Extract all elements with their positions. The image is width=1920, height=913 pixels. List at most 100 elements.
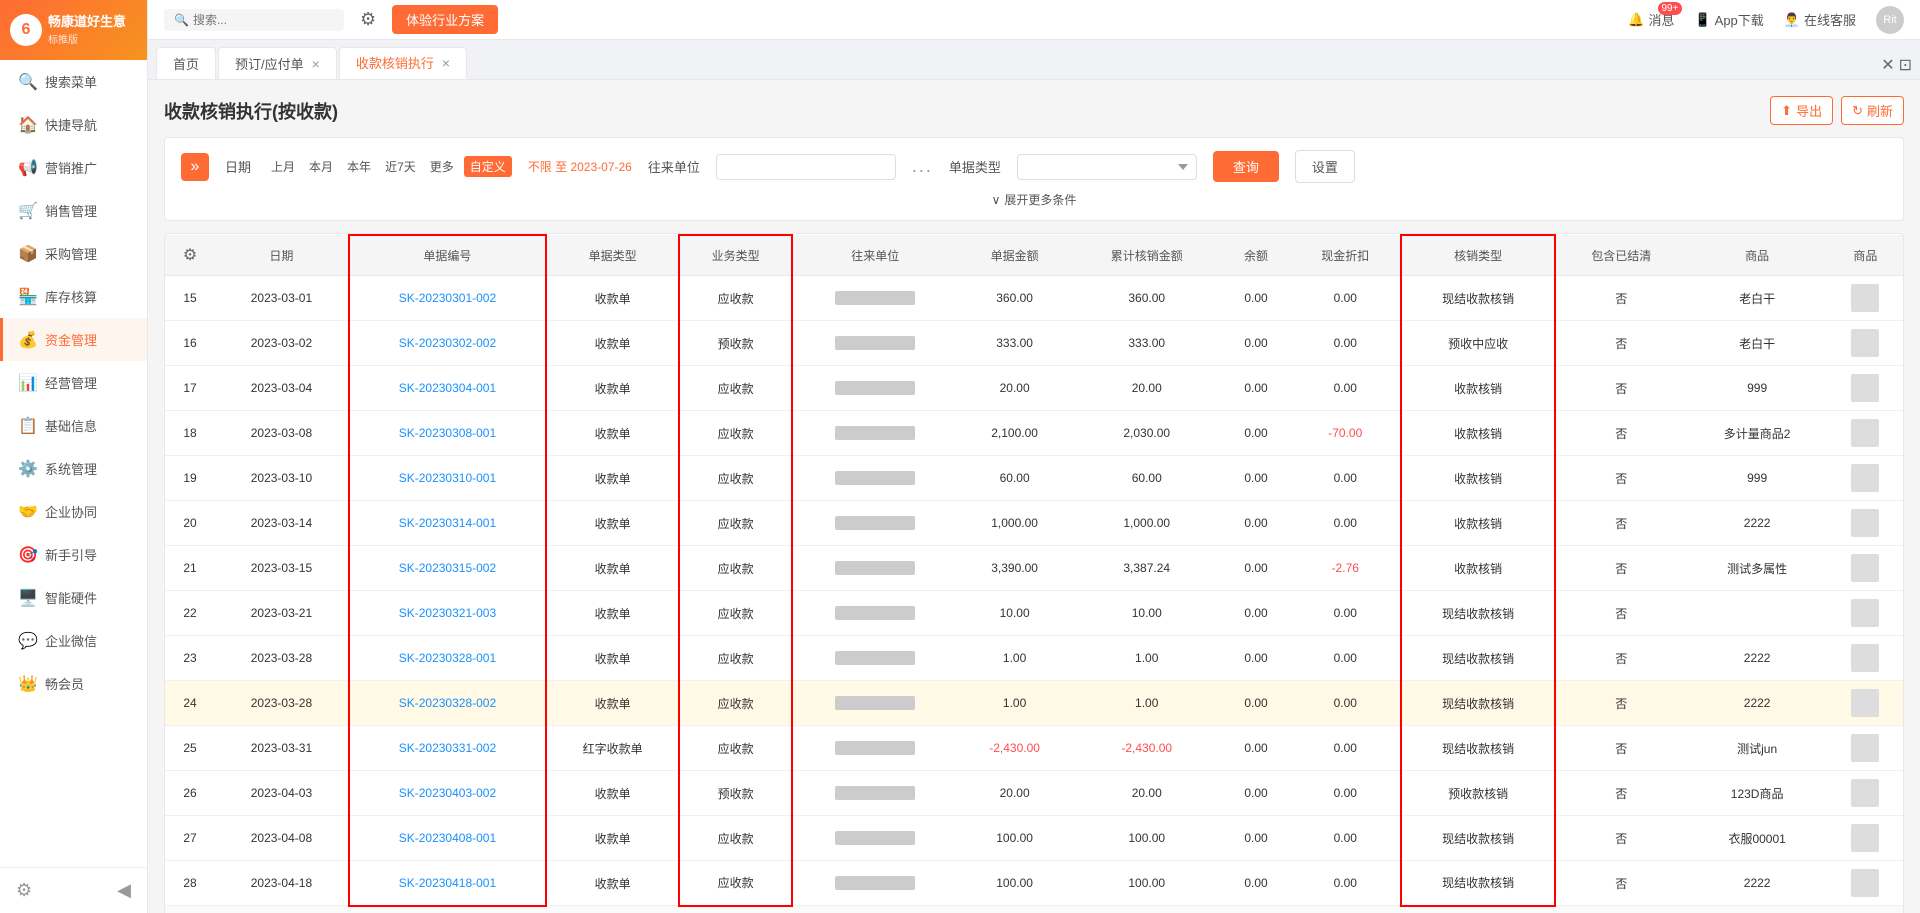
sidebar-item-inventory[interactable]: 🏪 库存核算 (0, 275, 147, 318)
sidebar-item-sales[interactable]: 🛒 销售管理 (0, 189, 147, 232)
cell-goods-thumb (1828, 411, 1903, 456)
cell-balance: 0.00 (1222, 366, 1290, 411)
sidebar-item-hardware[interactable]: 🖥️ 智能硬件 (0, 576, 147, 619)
tab-collection-label: 收款核销执行 (356, 53, 434, 72)
table-row: 25 2023-03-31 SK-20230331-002 红字收款单 应收款 … (165, 726, 1903, 771)
cell-goods-thumb (1828, 726, 1903, 771)
cell-doc-no: SK-20230302-002 (349, 321, 546, 366)
cell-balance: 0.00 (1222, 321, 1290, 366)
industry-solution-button[interactable]: 体验行业方案 (392, 5, 498, 34)
collapse-footer-btn[interactable]: ◀ (117, 880, 131, 901)
table-row: 28 2023-04-18 SK-20230418-001 收款单 应收款 10… (165, 861, 1903, 906)
doc-no-link[interactable]: SK-20230321-003 (399, 606, 496, 620)
online-service-button[interactable]: 👨‍💼 在线客服 (1784, 10, 1856, 29)
sidebar-item-guide[interactable]: 🎯 新手引导 (0, 533, 147, 576)
doc-no-link[interactable]: SK-20230315-002 (399, 561, 496, 575)
doc-no-link[interactable]: SK-20230308-001 (399, 426, 496, 440)
cell-date: 2023-03-14 (215, 501, 349, 546)
user-avatar[interactable]: Rit (1876, 6, 1904, 34)
doc-no-link[interactable]: SK-20230328-002 (399, 696, 496, 710)
doc-no-link[interactable]: SK-20230408-001 (399, 831, 496, 845)
settings-footer-btn[interactable]: ⚙ (16, 880, 32, 901)
partner-dots[interactable]: ... (912, 156, 933, 177)
cell-balance: 0.00 (1222, 681, 1290, 726)
messages-button[interactable]: 🔔 消息 99+ (1628, 10, 1674, 29)
gear-icon[interactable]: ⚙ (360, 9, 376, 30)
tab-collection-close[interactable]: × (442, 55, 450, 71)
expand-more-button[interactable]: ∨ 展开更多条件 (992, 191, 1077, 208)
cell-doc-no: SK-20230403-002 (349, 771, 546, 816)
doc-no-link[interactable]: SK-20230403-002 (399, 786, 496, 800)
date-more[interactable]: 更多 (426, 156, 458, 177)
sidebar-item-corp[interactable]: 🤝 企业协同 (0, 490, 147, 533)
doc-type-select[interactable] (1017, 154, 1197, 180)
filter-settings-button[interactable]: 设置 (1295, 150, 1355, 183)
tab-close-all-icon[interactable]: ✕ (1881, 55, 1894, 75)
date-this-month[interactable]: 本月 (305, 156, 337, 177)
th-amount: 单据金额 (958, 235, 1072, 276)
filter-bar: » 日期 上月 本月 本年 近7天 更多 自定义 不限 至 2023-07-26… (164, 137, 1904, 221)
cell-include-settled: 否 (1555, 726, 1687, 771)
doc-type-label: 单据类型 (949, 157, 1001, 176)
doc-no-link[interactable]: SK-20230418-001 (399, 876, 496, 890)
cell-cash-discount: -70.00 (1290, 411, 1401, 456)
doc-no-link[interactable]: SK-20230310-001 (399, 471, 496, 485)
cell-write-off-amount: 100.00 (1072, 861, 1222, 906)
cell-amount: -2,430.00 (958, 726, 1072, 771)
sidebar-item-wechat[interactable]: 💬 企业微信 (0, 619, 147, 662)
tab-pre-receipt[interactable]: 预订/应付单 × (218, 47, 337, 79)
filter-expand-button[interactable]: » (181, 153, 209, 181)
tab-pre-receipt-close[interactable]: × (312, 56, 320, 72)
sidebar-item-system[interactable]: ⚙️ 系统管理 (0, 447, 147, 490)
sidebar-item-basic[interactable]: 📋 基础信息 (0, 404, 147, 447)
doc-no-link[interactable]: SK-20230301-002 (399, 291, 496, 305)
cell-goods-thumb (1828, 321, 1903, 366)
cell-biz-type: 应收款 (679, 861, 792, 906)
doc-no-link[interactable]: SK-20230328-001 (399, 651, 496, 665)
date-last-month[interactable]: 上月 (267, 156, 299, 177)
sidebar-item-member[interactable]: 👑 畅会员 (0, 662, 147, 705)
tab-collection-write-off[interactable]: 收款核销执行 × (339, 47, 467, 79)
table-body: 15 2023-03-01 SK-20230301-002 收款单 应收款 36… (165, 276, 1903, 906)
doc-no-link[interactable]: SK-20230314-001 (399, 516, 496, 530)
sidebar-item-purchase[interactable]: 📦 采购管理 (0, 232, 147, 275)
sidebar-item-finance[interactable]: 💰 资金管理 (0, 318, 147, 361)
tab-maximize-icon[interactable]: ⊡ (1899, 55, 1912, 75)
doc-no-link[interactable]: SK-20230302-002 (399, 336, 496, 350)
th-balance: 余额 (1222, 235, 1290, 276)
cell-balance: 0.00 (1222, 591, 1290, 636)
date-custom[interactable]: 自定义 (464, 156, 512, 177)
refresh-button[interactable]: ↻ 刷新 (1841, 96, 1904, 125)
doc-no-link[interactable]: SK-20230331-002 (399, 741, 496, 755)
query-button[interactable]: 查询 (1213, 151, 1279, 182)
tab-home[interactable]: 首页 (156, 47, 216, 79)
mobile-icon: 📱 (1694, 12, 1710, 28)
th-settings[interactable]: ⚙ (165, 235, 215, 276)
cell-include-settled: 否 (1555, 411, 1687, 456)
export-button[interactable]: ⬆ 导出 (1770, 96, 1833, 125)
date-7-days[interactable]: 近7天 (381, 156, 420, 177)
cell-cash-discount: 0.00 (1290, 861, 1401, 906)
cell-balance: 0.00 (1222, 771, 1290, 816)
sidebar-item-search[interactable]: 🔍 搜索菜单 (0, 60, 147, 103)
cell-write-off-type: 预收款核销 (1401, 771, 1555, 816)
cell-write-off-type: 现结收款核销 (1401, 681, 1555, 726)
date-this-year[interactable]: 本年 (343, 156, 375, 177)
app-logo[interactable]: 6 畅康道好生意 标推版 (0, 0, 147, 60)
cell-write-off-type: 收款核销 (1401, 411, 1555, 456)
cell-doc-type: 收款单 (546, 591, 679, 636)
cell-doc-type: 收款单 (546, 501, 679, 546)
th-doc-no: 单据编号 (349, 235, 546, 276)
doc-no-link[interactable]: SK-20230304-001 (399, 381, 496, 395)
partner-filter-input[interactable] (716, 154, 896, 180)
sidebar-item-operations[interactable]: 📊 经营管理 (0, 361, 147, 404)
table-row: 19 2023-03-10 SK-20230310-001 收款单 应收款 60… (165, 456, 1903, 501)
sidebar-item-marketing[interactable]: 📢 营销推广 (0, 146, 147, 189)
cell-partner (792, 591, 958, 636)
search-input[interactable] (193, 13, 334, 27)
cell-doc-no: SK-20230304-001 (349, 366, 546, 411)
topbar-search-box[interactable]: 🔍 (164, 9, 344, 31)
cell-biz-type: 预收款 (679, 771, 792, 816)
app-download-button[interactable]: 📱 App下载 (1694, 10, 1763, 29)
sidebar-item-quick[interactable]: 🏠 快捷导航 (0, 103, 147, 146)
